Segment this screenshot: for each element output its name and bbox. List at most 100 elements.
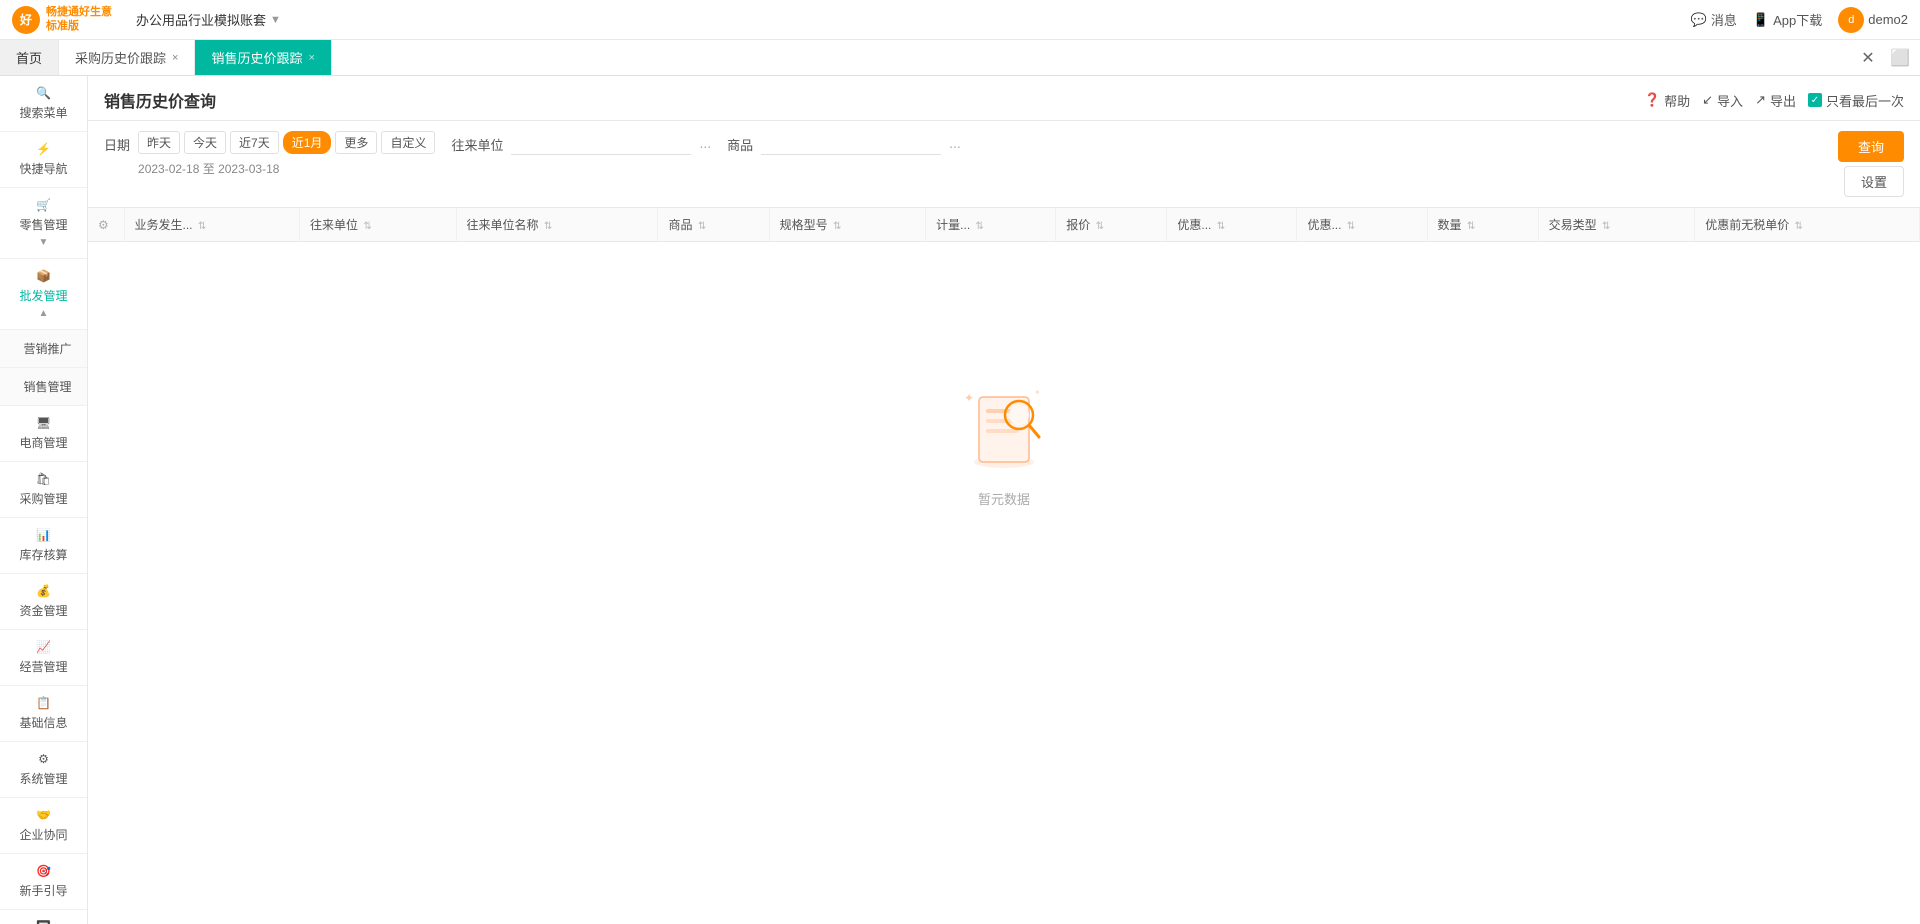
th-settings: ⚙	[88, 208, 124, 242]
finance-icon: 💰	[36, 584, 51, 598]
product-label: 商品	[727, 131, 753, 154]
help-icon: ❓	[1644, 92, 1660, 108]
logo-text: 畅捷通好生意 标准版	[46, 6, 112, 32]
sidebar: 🔍 搜索菜单 ⚡ 快捷导航 🛒 零售管理 ▼ 📦 批发管理 ▲ 营销推广 销售管…	[0, 76, 88, 924]
tab-sales-label: 销售历史价跟踪	[211, 48, 302, 67]
message-button[interactable]: 💬 消息	[1691, 10, 1737, 29]
sidebar-item-guide[interactable]: 🎯 新手引导	[0, 854, 87, 910]
empty-state: ✦ ✦ 暂元数据	[88, 242, 1920, 642]
th-biz-date[interactable]: 业务发生... ⇅	[124, 208, 299, 242]
tab-sales-history[interactable]: 销售历史价跟踪 ×	[195, 40, 331, 75]
retail-icon: 🛒	[36, 198, 51, 212]
date-btn-1month[interactable]: 近1月	[283, 131, 332, 154]
only-last-checkbox[interactable]: ✓ 只看最后一次	[1808, 91, 1904, 110]
sidebar-item-search[interactable]: 🔍 搜索菜单	[0, 76, 87, 132]
sidebar-item-ecommerce[interactable]: 🖥 电商管理	[0, 406, 87, 462]
empty-illustration: ✦ ✦	[954, 377, 1054, 477]
th-pre-tax-price[interactable]: 优惠前无税单价 ⇅	[1695, 208, 1920, 242]
table-settings-icon[interactable]: ⚙	[98, 218, 109, 232]
operations-icon: 📈	[36, 640, 51, 654]
empty-text: 暂元数据	[978, 489, 1030, 508]
sort-icon: ⇅	[1347, 221, 1355, 232]
sort-icon: ⇅	[976, 221, 984, 232]
sidebar-item-retail[interactable]: 🛒 零售管理 ▼	[0, 188, 87, 259]
product-input[interactable]	[761, 131, 941, 155]
date-btn-7days[interactable]: 近7天	[230, 131, 279, 154]
date-btn-yesterday[interactable]: 昨天	[138, 131, 180, 154]
tab-purchase-history[interactable]: 采购历史价跟踪 ×	[59, 40, 195, 75]
svg-text:✦: ✦	[1034, 388, 1041, 397]
th-quantity[interactable]: 数量 ⇅	[1427, 208, 1538, 242]
page-header: 销售历史价查询 ❓ 帮助 ↙ 导入 ↗ 导出 ✓ 只看最后一次	[88, 76, 1920, 121]
th-partner-code[interactable]: 往来单位 ⇅	[299, 208, 456, 242]
product-dots[interactable]: ...	[949, 135, 961, 151]
sidebar-item-sales[interactable]: 销售管理	[0, 368, 87, 406]
basic-info-icon: 📋	[36, 696, 51, 710]
maximize-button[interactable]: ⬜	[1888, 46, 1912, 70]
sidebar-item-quick-nav[interactable]: ⚡ 快捷导航	[0, 132, 87, 188]
partner-label: 往来单位	[451, 131, 503, 154]
tab-home[interactable]: 首页	[0, 40, 59, 75]
apps-icon: 🔲	[36, 920, 51, 924]
partner-input[interactable]	[511, 131, 691, 155]
th-spec[interactable]: 规格型号 ⇅	[769, 208, 926, 242]
th-discount2[interactable]: 优惠... ⇅	[1297, 208, 1427, 242]
top-bar-right: 💬 消息 📱 App下载 d demo2	[1691, 7, 1908, 33]
sidebar-item-enterprise[interactable]: 🤝 企业协同	[0, 798, 87, 854]
nav-icon: ⚡	[36, 142, 51, 156]
sidebar-item-operations[interactable]: 📈 经营管理	[0, 630, 87, 686]
th-product[interactable]: 商品 ⇅	[658, 208, 769, 242]
app-download-button[interactable]: 📱 App下载	[1753, 10, 1822, 29]
date-btn-custom[interactable]: 自定义	[381, 131, 435, 154]
app-selector[interactable]: 办公用品行业模拟账套 ▼	[136, 10, 281, 29]
sort-icon: ⇅	[544, 221, 552, 232]
export-button[interactable]: ↗ 导出	[1755, 91, 1796, 110]
close-sales-tab-icon[interactable]: ×	[308, 52, 314, 64]
th-quoted-price[interactable]: 报价 ⇅	[1056, 208, 1167, 242]
page-title: 销售历史价查询	[104, 88, 216, 112]
export-icon: ↗	[1755, 92, 1766, 108]
logo-area: 好 畅捷通好生意 标准版	[12, 6, 112, 34]
table-header-row: ⚙ 业务发生... ⇅ 往来单位 ⇅ 往来单位名称 ⇅	[88, 208, 1920, 242]
checkbox-icon: ✓	[1808, 93, 1822, 107]
date-btn-today[interactable]: 今天	[184, 131, 226, 154]
date-options: 昨天 今天 近7天 近1月 更多 自定义 2023-02-18 至 2023-0…	[138, 131, 435, 177]
sidebar-item-inventory[interactable]: 📊 库存核算	[0, 518, 87, 574]
date-btn-more[interactable]: 更多	[335, 131, 377, 154]
help-button[interactable]: ❓ 帮助	[1644, 91, 1690, 110]
sort-icon: ⇅	[198, 221, 206, 232]
sidebar-item-apps[interactable]: 🔲 应用中心	[0, 910, 87, 924]
purchase-icon: 🛍	[36, 472, 51, 486]
sort-icon: ⇅	[833, 221, 841, 232]
enterprise-icon: 🤝	[36, 808, 51, 822]
th-trade-type[interactable]: 交易类型 ⇅	[1538, 208, 1695, 242]
tab-home-label: 首页	[16, 48, 42, 67]
date-buttons: 昨天 今天 近7天 近1月 更多 自定义	[138, 131, 435, 154]
sidebar-item-basic-info[interactable]: 📋 基础信息	[0, 686, 87, 742]
tab-bar-actions: ✕ ⬜	[1856, 40, 1920, 75]
date-label: 日期	[104, 131, 130, 154]
sidebar-item-marketing[interactable]: 营销推广	[0, 330, 87, 368]
import-button[interactable]: ↙ 导入	[1702, 91, 1743, 110]
query-button[interactable]: 查询	[1838, 131, 1904, 162]
th-unit[interactable]: 计量... ⇅	[926, 208, 1056, 242]
th-discount1[interactable]: 优惠... ⇅	[1167, 208, 1297, 242]
main-layout: 🔍 搜索菜单 ⚡ 快捷导航 🛒 零售管理 ▼ 📦 批发管理 ▲ 营销推广 销售管…	[0, 76, 1920, 924]
svg-text:✦: ✦	[964, 391, 974, 405]
download-icon: 📱	[1753, 12, 1769, 28]
sidebar-item-wholesale[interactable]: 📦 批发管理 ▲	[0, 259, 87, 330]
sidebar-item-system[interactable]: ⚙ 系统管理	[0, 742, 87, 798]
close-purchase-tab-icon[interactable]: ×	[172, 52, 178, 64]
data-table: ⚙ 业务发生... ⇅ 往来单位 ⇅ 往来单位名称 ⇅	[88, 208, 1920, 242]
sort-icon: ⇅	[363, 221, 371, 232]
partner-dots[interactable]: ...	[699, 135, 711, 151]
user-menu[interactable]: d demo2	[1838, 7, 1908, 33]
th-partner-name[interactable]: 往来单位名称 ⇅	[456, 208, 658, 242]
filter-actions: 查询 设置	[1838, 131, 1904, 197]
settings-button[interactable]: 设置	[1844, 166, 1904, 197]
sidebar-item-finance[interactable]: 💰 资金管理	[0, 574, 87, 630]
sidebar-search-label: 搜索菜单	[19, 104, 67, 121]
close-window-button[interactable]: ✕	[1856, 46, 1880, 70]
sidebar-item-purchase[interactable]: 🛍 采购管理	[0, 462, 87, 518]
chevron-up-icon: ▲	[39, 308, 49, 319]
